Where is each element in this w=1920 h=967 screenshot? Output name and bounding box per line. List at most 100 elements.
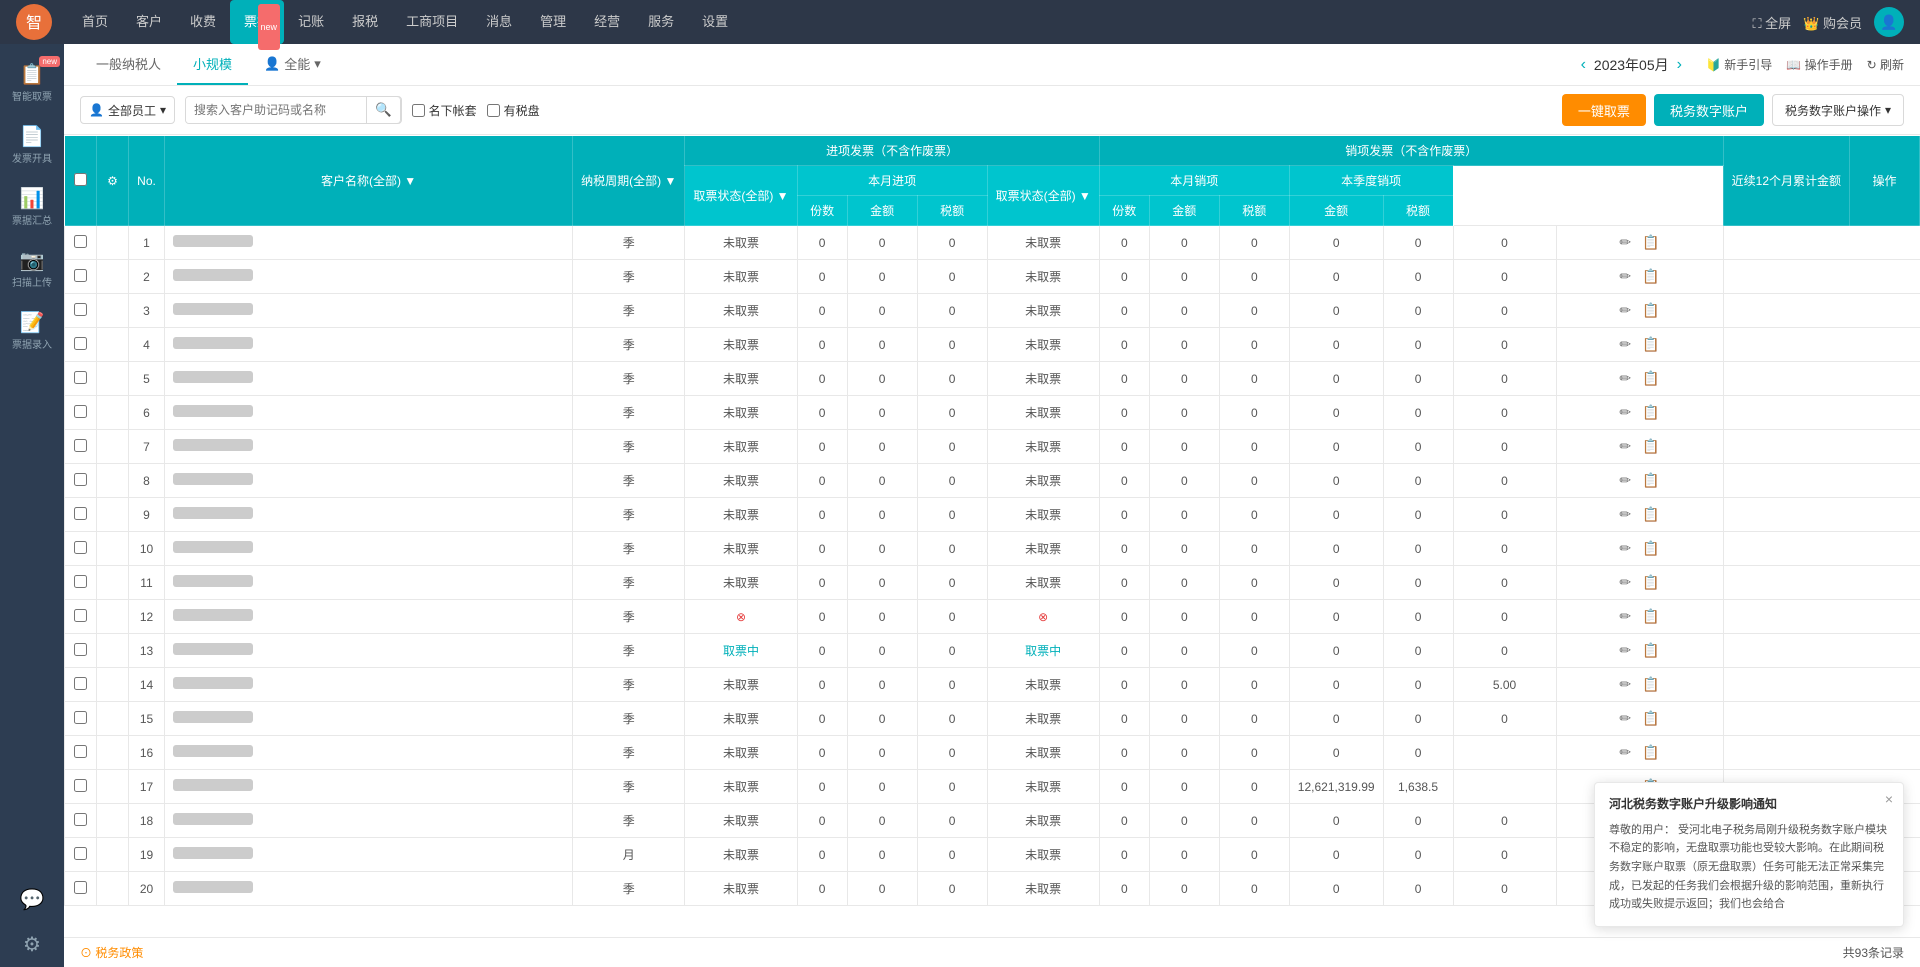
edit-btn-11[interactable]: ✏ — [1615, 606, 1635, 627]
member-btn[interactable]: 👑 购会员 — [1803, 13, 1862, 32]
row-checkbox-11[interactable] — [65, 600, 97, 634]
sidebar-item-smart-ticket[interactable]: 📋 智能取票 new — [0, 52, 64, 114]
select-all-checkbox[interactable] — [74, 173, 87, 186]
edit-btn-15[interactable]: ✏ — [1615, 742, 1635, 763]
nav-settings[interactable]: 设置 — [688, 0, 742, 44]
nav-home[interactable]: 首页 — [68, 0, 122, 44]
row-checkbox-9[interactable] — [65, 532, 97, 566]
tab-small-scale[interactable]: 小规模 — [177, 44, 248, 85]
nav-invoice[interactable]: 票据 new — [230, 0, 284, 44]
edit-btn-1[interactable]: ✏ — [1615, 266, 1635, 287]
has-tax-filter[interactable]: 有税盘 — [487, 102, 540, 119]
col-tax-period-header[interactable]: 纳税周期(全部) ▼ — [573, 136, 685, 226]
sidebar-item-invoice-issue[interactable]: 📄 发票开具 — [0, 114, 64, 176]
row-checkbox-15[interactable] — [65, 736, 97, 770]
sidebar-item-scan-upload[interactable]: 📷 扫描上传 — [0, 238, 64, 300]
row-checkbox-19[interactable] — [65, 872, 97, 906]
row-checkbox-17[interactable] — [65, 804, 97, 838]
copy-btn-15[interactable]: 📋 — [1638, 742, 1663, 763]
row-out-count-7: 0 — [1099, 464, 1149, 498]
row-checkbox-13[interactable] — [65, 668, 97, 702]
edit-btn-0[interactable]: ✏ — [1615, 232, 1635, 253]
employee-filter[interactable]: 👤 全部员工 ▾ — [80, 96, 175, 124]
tax-digital-btn[interactable]: 税务数字账户 — [1654, 94, 1764, 126]
sidebar-item-ticket-entry[interactable]: 📝 票据录入 — [0, 300, 64, 362]
row-checkbox-5[interactable] — [65, 396, 97, 430]
nav-client[interactable]: 客户 — [122, 0, 176, 44]
under-ledger-filter[interactable]: 名下帐套 — [412, 102, 477, 119]
copy-btn-13[interactable]: 📋 — [1638, 674, 1663, 695]
edit-btn-9[interactable]: ✏ — [1615, 538, 1635, 559]
copy-btn-12[interactable]: 📋 — [1638, 640, 1663, 661]
nav-manage[interactable]: 管理 — [526, 0, 580, 44]
nav-service[interactable]: 服务 — [634, 0, 688, 44]
nav-operation[interactable]: 经营 — [580, 0, 634, 44]
fullscreen-btn[interactable]: ⛶ 全屏 — [1752, 13, 1791, 32]
copy-btn-0[interactable]: 📋 — [1638, 232, 1663, 253]
row-checkbox-7[interactable] — [65, 464, 97, 498]
manual-btn[interactable]: 📖 操作手册 — [1786, 56, 1852, 73]
copy-btn-10[interactable]: 📋 — [1638, 572, 1663, 593]
copy-btn-2[interactable]: 📋 — [1638, 300, 1663, 321]
row-checkbox-8[interactable] — [65, 498, 97, 532]
search-input[interactable] — [186, 96, 366, 124]
nav-business[interactable]: 工商项目 — [392, 0, 472, 44]
search-button[interactable]: 🔍 — [366, 96, 401, 124]
nav-accounting[interactable]: 记账 — [284, 0, 338, 44]
nav-billing[interactable]: 收费 — [176, 0, 230, 44]
copy-btn-4[interactable]: 📋 — [1638, 368, 1663, 389]
edit-btn-7[interactable]: ✏ — [1615, 470, 1635, 491]
copy-btn-6[interactable]: 📋 — [1638, 436, 1663, 457]
edit-btn-6[interactable]: ✏ — [1615, 436, 1635, 457]
edit-btn-4[interactable]: ✏ — [1615, 368, 1635, 389]
date-prev-btn[interactable]: ‹ — [1581, 56, 1586, 74]
nav-tax[interactable]: 报税 — [338, 0, 392, 44]
edit-btn-10[interactable]: ✏ — [1615, 572, 1635, 593]
copy-btn-11[interactable]: 📋 — [1638, 606, 1663, 627]
row-checkbox-18[interactable] — [65, 838, 97, 872]
tab-all[interactable]: 👤 全能 ▾ — [248, 44, 337, 85]
row-checkbox-2[interactable] — [65, 294, 97, 328]
row-checkbox-16[interactable] — [65, 770, 97, 804]
row-checkbox-4[interactable] — [65, 362, 97, 396]
row-checkbox-1[interactable] — [65, 260, 97, 294]
copy-btn-1[interactable]: 📋 — [1638, 266, 1663, 287]
row-checkbox-12[interactable] — [65, 634, 97, 668]
copy-btn-7[interactable]: 📋 — [1638, 470, 1663, 491]
new-guide-btn[interactable]: 🔰 新手引导 — [1706, 56, 1772, 73]
copy-btn-9[interactable]: 📋 — [1638, 538, 1663, 559]
tax-policy-link[interactable]: ⊙ 税务政策 — [80, 944, 143, 961]
one-click-fetch-btn[interactable]: 一键取票 — [1562, 94, 1646, 126]
edit-btn-2[interactable]: ✏ — [1615, 300, 1635, 321]
row-checkbox-3[interactable] — [65, 328, 97, 362]
edit-btn-14[interactable]: ✏ — [1615, 708, 1635, 729]
copy-btn-5[interactable]: 📋 — [1638, 402, 1663, 423]
copy-btn-3[interactable]: 📋 — [1638, 334, 1663, 355]
notification-close-btn[interactable]: × — [1885, 791, 1893, 807]
user-avatar[interactable]: 👤 — [1874, 7, 1904, 37]
nav-message[interactable]: 消息 — [472, 0, 526, 44]
col-fetch-status-out-header[interactable]: 取票状态(全部) ▼ — [987, 166, 1099, 226]
edit-btn-12[interactable]: ✏ — [1615, 640, 1635, 661]
refresh-btn[interactable]: ↻ 刷新 — [1867, 56, 1904, 73]
edit-btn-13[interactable]: ✏ — [1615, 674, 1635, 695]
has-tax-checkbox[interactable] — [487, 104, 500, 117]
col-client-name-header[interactable]: 客户名称(全部) ▼ — [165, 136, 573, 226]
edit-btn-8[interactable]: ✏ — [1615, 504, 1635, 525]
row-checkbox-6[interactable] — [65, 430, 97, 464]
under-ledger-checkbox[interactable] — [412, 104, 425, 117]
copy-btn-14[interactable]: 📋 — [1638, 708, 1663, 729]
tab-general-taxpayer[interactable]: 一般纳税人 — [80, 44, 177, 85]
sidebar-item-chat[interactable]: 💬 — [0, 877, 64, 922]
edit-btn-5[interactable]: ✏ — [1615, 402, 1635, 423]
row-in-count-15: 0 — [797, 736, 847, 770]
edit-btn-3[interactable]: ✏ — [1615, 334, 1635, 355]
tax-digital-op-btn[interactable]: 税务数字账户操作 ▾ — [1772, 94, 1904, 126]
sidebar-item-invoice-summary[interactable]: 📊 票据汇总 — [0, 176, 64, 238]
sidebar-item-gear[interactable]: ⚙ — [0, 922, 64, 967]
row-checkbox-0[interactable] — [65, 226, 97, 260]
row-checkbox-14[interactable] — [65, 702, 97, 736]
copy-btn-8[interactable]: 📋 — [1638, 504, 1663, 525]
col-fetch-status-in-header[interactable]: 取票状态(全部) ▼ — [685, 166, 797, 226]
row-checkbox-10[interactable] — [65, 566, 97, 600]
